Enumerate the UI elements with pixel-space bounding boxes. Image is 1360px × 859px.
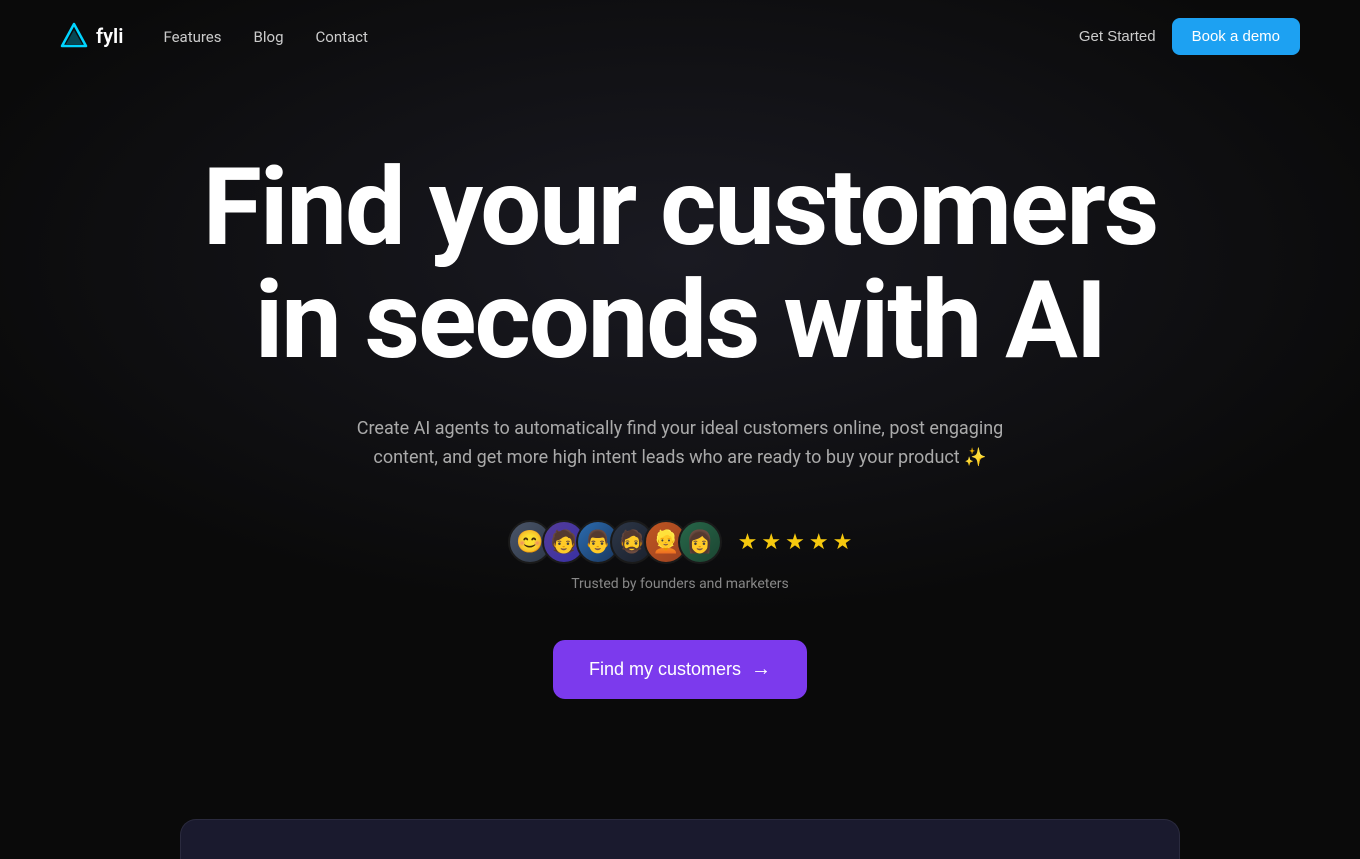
nav-contact-link[interactable]: Contact bbox=[316, 28, 368, 46]
cta-container: Find my customers → bbox=[553, 640, 807, 699]
hero-subtitle: Create AI agents to automatically find y… bbox=[330, 415, 1030, 473]
nav-left: fyli Features Blog Contact bbox=[60, 22, 368, 50]
avatar: 👩 bbox=[678, 520, 722, 564]
star-4: ★ bbox=[809, 530, 829, 555]
nav-blog-link[interactable]: Blog bbox=[254, 28, 284, 46]
cta-label: Find my customers bbox=[589, 659, 741, 680]
hero-title-line2: in seconds with AI bbox=[255, 258, 1106, 384]
nav-links: Features Blog Contact bbox=[163, 27, 368, 46]
get-started-button[interactable]: Get Started bbox=[1079, 28, 1156, 45]
star-5: ★ bbox=[833, 530, 853, 555]
hero-title-line1: Find your customers bbox=[203, 145, 1158, 271]
nav-item-blog[interactable]: Blog bbox=[254, 27, 284, 46]
nav-item-contact[interactable]: Contact bbox=[316, 27, 368, 46]
logo-link[interactable]: fyli bbox=[60, 22, 123, 50]
social-proof: 😊 🧑 👨 🧔 👱 👩 ★ ★ ★ ★ ★ bbox=[508, 520, 853, 564]
star-3: ★ bbox=[785, 530, 805, 555]
star-2: ★ bbox=[761, 530, 781, 555]
bottom-card-hint bbox=[180, 819, 1180, 859]
navigation: fyli Features Blog Contact Get Started B… bbox=[0, 0, 1360, 72]
nav-item-features[interactable]: Features bbox=[163, 27, 221, 46]
logo-text: fyli bbox=[96, 24, 123, 48]
star-1: ★ bbox=[738, 530, 758, 555]
hero-title: Find your customers in seconds with AI bbox=[203, 152, 1158, 379]
nav-features-link[interactable]: Features bbox=[163, 28, 221, 46]
nav-right: Get Started Book a demo bbox=[1079, 18, 1300, 55]
book-demo-button[interactable]: Book a demo bbox=[1172, 18, 1300, 55]
cta-arrow-icon: → bbox=[751, 658, 771, 681]
hero-section: Find your customers in seconds with AI C… bbox=[0, 72, 1360, 699]
avatar-group: 😊 🧑 👨 🧔 👱 👩 bbox=[508, 520, 722, 564]
star-rating: ★ ★ ★ ★ ★ bbox=[738, 530, 853, 555]
trusted-text: Trusted by founders and marketers bbox=[571, 576, 789, 592]
logo-icon bbox=[60, 22, 88, 50]
cta-button[interactable]: Find my customers → bbox=[553, 640, 807, 699]
